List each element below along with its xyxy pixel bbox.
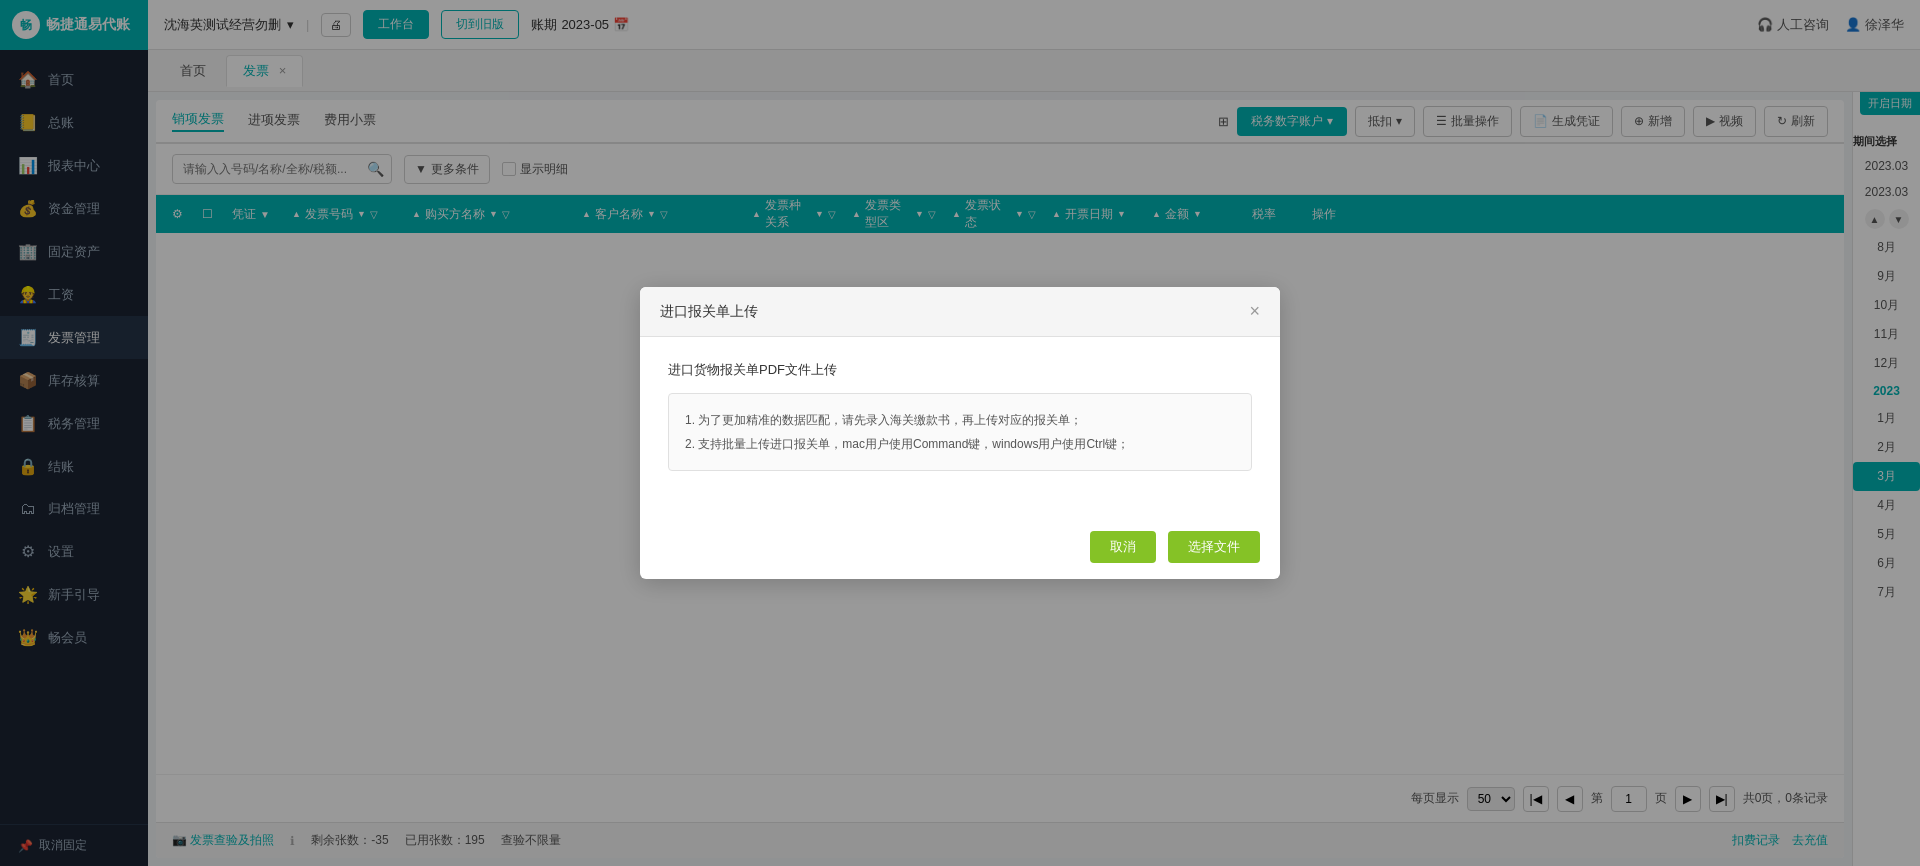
modal-cancel-btn[interactable]: 取消 (1090, 531, 1156, 563)
modal-info-box: 1. 为了更加精准的数据匹配，请先录入海关缴款书，再上传对应的报关单； 2. 支… (668, 393, 1252, 471)
modal-section-title: 进口货物报关单PDF文件上传 (668, 361, 1252, 379)
modal-close-btn[interactable]: × (1249, 301, 1260, 322)
modal-title: 进口报关单上传 (660, 303, 758, 321)
modal-header: 进口报关单上传 × (640, 287, 1280, 337)
modal-footer: 取消 选择文件 (640, 515, 1280, 579)
modal-overlay: 进口报关单上传 × 进口货物报关单PDF文件上传 1. 为了更加精准的数据匹配，… (0, 0, 1920, 866)
modal-body: 进口货物报关单PDF文件上传 1. 为了更加精准的数据匹配，请先录入海关缴款书，… (640, 337, 1280, 515)
modal-info-item-2: 2. 支持批量上传进口报关单，mac用户使用Command键，windows用户… (685, 432, 1235, 456)
modal-info-item-1: 1. 为了更加精准的数据匹配，请先录入海关缴款书，再上传对应的报关单； (685, 408, 1235, 432)
modal-select-file-btn[interactable]: 选择文件 (1168, 531, 1260, 563)
import-customs-modal: 进口报关单上传 × 进口货物报关单PDF文件上传 1. 为了更加精准的数据匹配，… (640, 287, 1280, 579)
